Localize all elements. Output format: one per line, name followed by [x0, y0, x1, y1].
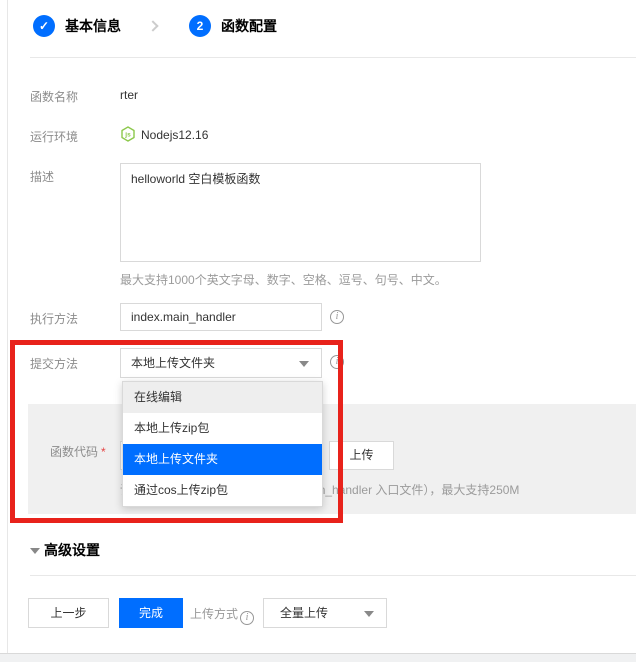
submit-method-label: 提交方法 — [30, 355, 78, 372]
submit-method-info-icon[interactable]: i — [330, 355, 344, 369]
upload-mode-value: 全量上传 — [280, 606, 328, 620]
step2-number: 2 — [189, 15, 211, 37]
upload-mode-label: 上传方式i — [190, 605, 254, 625]
handler-input[interactable]: index.main_handler — [120, 303, 322, 331]
menu-item-local-zip[interactable]: 本地上传zip包 — [123, 413, 322, 444]
menu-item-online-edit[interactable]: 在线编辑 — [123, 382, 322, 413]
page-left-border — [7, 0, 8, 653]
handler-label: 执行方法 — [30, 310, 78, 327]
previous-step-button[interactable]: 上一步 — [28, 598, 109, 628]
submit-method-dropdown: 在线编辑 本地上传zip包 本地上传文件夹 通过cos上传zip包 — [122, 381, 323, 507]
triangle-down-icon — [30, 548, 40, 554]
function-config-page: ✓ 基本信息 2 函数配置 函数名称 rter 运行环境 js Nodejs12… — [0, 0, 636, 662]
step2-label: 函数配置 — [221, 16, 277, 36]
wizard-steps: ✓ 基本信息 2 函数配置 — [33, 15, 277, 37]
chevron-down-icon — [299, 361, 309, 367]
finish-button[interactable]: 完成 — [119, 598, 183, 628]
required-mark: * — [101, 445, 106, 459]
bottom-strip — [0, 653, 636, 662]
chevron-right-icon — [147, 20, 158, 31]
upload-mode-info-icon[interactable]: i — [240, 611, 254, 625]
code-label: 函数代码* — [50, 443, 106, 460]
nodejs-icon: js — [120, 126, 136, 145]
submit-method-value: 本地上传文件夹 — [131, 356, 215, 370]
name-label: 函数名称 — [30, 88, 78, 105]
description-label: 描述 — [30, 168, 54, 185]
description-note: 最大支持1000个英文字母、数字、空格、逗号、句号、中文。 — [120, 271, 447, 288]
submit-method-select[interactable]: 本地上传文件夹 — [120, 348, 322, 378]
advanced-settings-toggle[interactable]: 高级设置 — [44, 540, 100, 560]
description-textarea[interactable]: helloworld 空白模板函数 — [120, 163, 481, 262]
step1-done-icon[interactable]: ✓ — [33, 15, 55, 37]
runtime-label: 运行环境 — [30, 128, 78, 145]
footer-divider — [30, 575, 636, 576]
menu-item-local-folder[interactable]: 本地上传文件夹 — [123, 444, 322, 475]
upload-mode-select[interactable]: 全量上传 — [263, 598, 387, 628]
menu-item-cos-zip[interactable]: 通过cos上传zip包 — [123, 475, 322, 506]
header-divider — [30, 57, 636, 58]
step1-label[interactable]: 基本信息 — [65, 16, 121, 36]
handler-info-icon[interactable]: i — [330, 310, 344, 324]
runtime-value: Nodejs12.16 — [141, 128, 208, 142]
chevron-down-icon — [364, 611, 374, 617]
upload-button[interactable]: 上传 — [329, 441, 394, 470]
svg-text:js: js — [124, 132, 131, 139]
name-value: rter — [120, 88, 138, 102]
